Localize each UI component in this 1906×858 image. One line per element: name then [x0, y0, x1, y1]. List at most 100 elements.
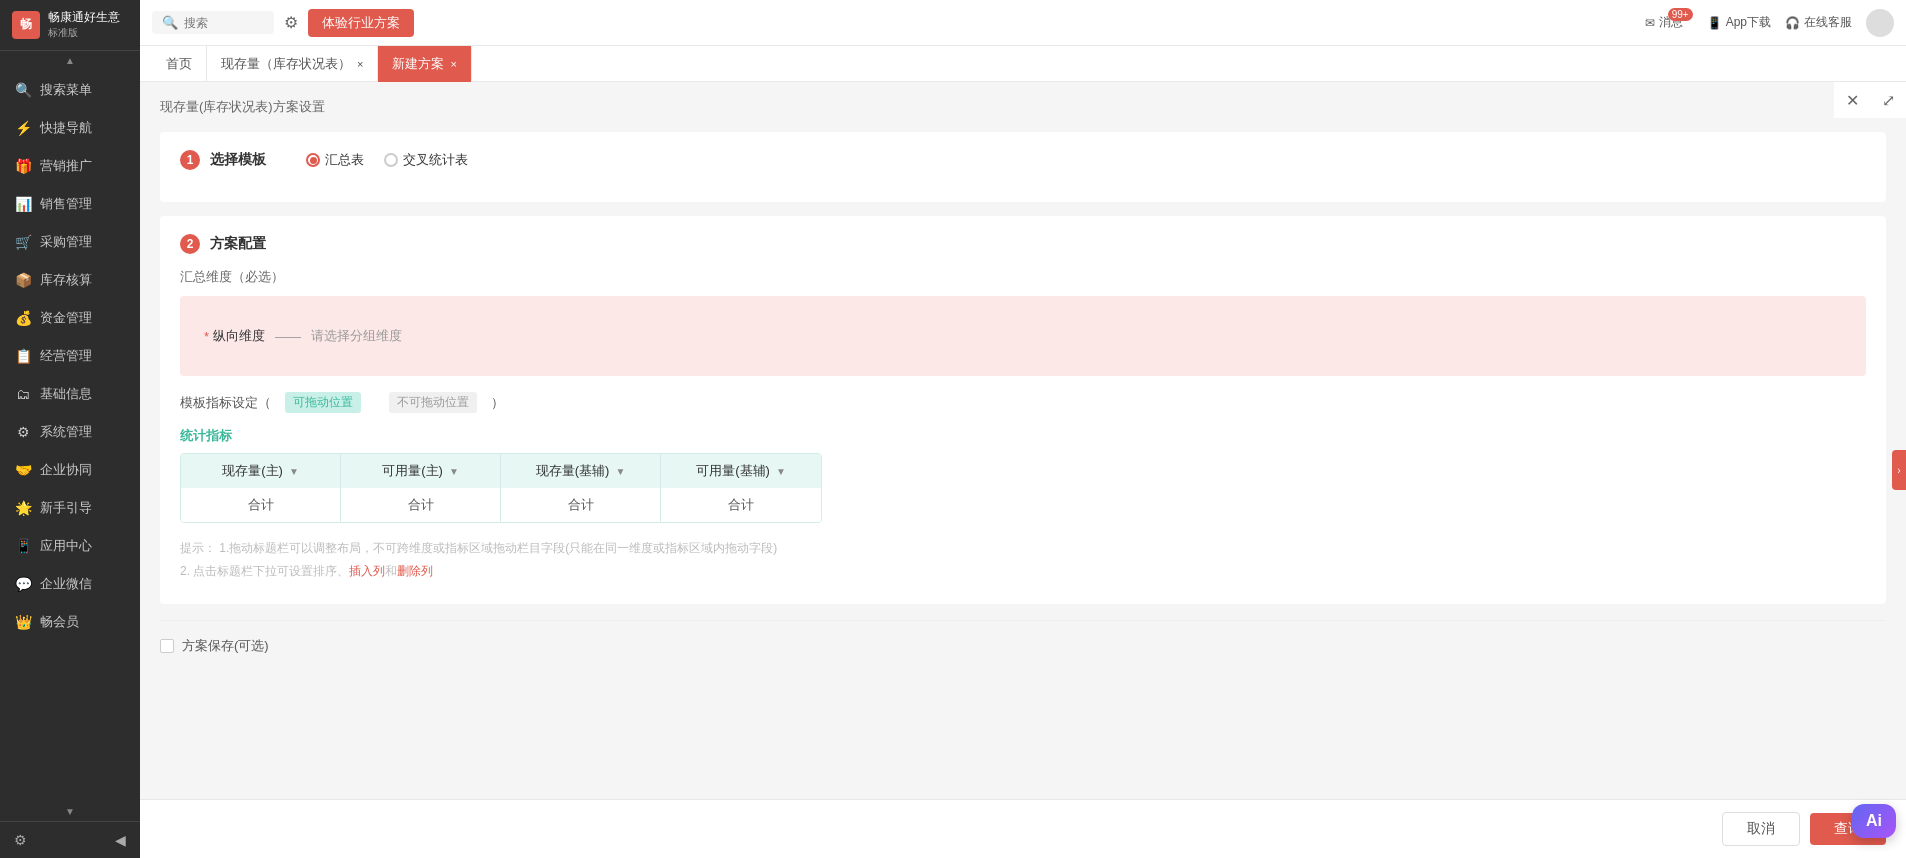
- stats-col-header-label-3: 可用量(基辅): [696, 462, 770, 480]
- service-icon: 🎧: [1785, 16, 1800, 30]
- sidebar-icon-finance-mgmt: 💰: [14, 309, 32, 327]
- sidebar-label-sales-mgmt: 销售管理: [40, 195, 92, 213]
- radio-cross[interactable]: 交叉统计表: [384, 151, 468, 169]
- messages-button[interactable]: ✉ 消息 99+: [1645, 14, 1683, 31]
- tab-home[interactable]: 首页: [152, 46, 207, 82]
- sidebar-icon-member: 👑: [14, 613, 32, 631]
- sidebar-label-wechat: 企业微信: [40, 575, 92, 593]
- settings-icon[interactable]: ⚙: [14, 832, 27, 848]
- stats-header-col-3[interactable]: 可用量(基辅) ▼: [661, 454, 821, 488]
- sidebar-icon-marketing: 🎁: [14, 157, 32, 175]
- stats-col-header-label-1: 可用量(主): [382, 462, 443, 480]
- app-icon: 📱: [1707, 16, 1722, 30]
- sidebar-item-search-menu[interactable]: 🔍 搜索菜单: [0, 71, 140, 109]
- sidebar-item-wechat[interactable]: 💬 企业微信: [0, 565, 140, 603]
- gear-icon[interactable]: ⚙: [284, 13, 298, 32]
- not-draggable-tag: 不可拖动位置: [389, 392, 477, 413]
- tab-inventory-status[interactable]: 现存量（库存状况表） ×: [207, 46, 378, 82]
- stats-table: 现存量(主)▼可用量(主)▼现存量(基辅)▼可用量(基辅)▼ 合计合计合计合计: [180, 453, 822, 523]
- sidebar-item-member[interactable]: 👑 畅会员: [0, 603, 140, 641]
- stats-col-body-label-3: 合计: [728, 496, 754, 514]
- page-title: 现存量(库存状况表)方案设置: [160, 98, 1886, 116]
- sidebar-item-sales-mgmt[interactable]: 📊 销售管理: [0, 185, 140, 223]
- cancel-button[interactable]: 取消: [1722, 812, 1800, 846]
- panel-close-button[interactable]: ✕: [1834, 82, 1870, 118]
- aggregate-dim-label: 汇总维度（必选）: [180, 268, 1866, 286]
- sidebar-label-system-mgmt: 系统管理: [40, 423, 92, 441]
- sidebar-item-enterprise[interactable]: 🤝 企业协同: [0, 451, 140, 489]
- stats-col-dropdown-2[interactable]: ▼: [615, 466, 625, 477]
- radio-summary[interactable]: 汇总表: [306, 151, 364, 169]
- section-title-1: 选择模板: [210, 151, 266, 169]
- sidebar-label-new-guide: 新手引导: [40, 499, 92, 517]
- tab-new-plan[interactable]: 新建方案 ×: [378, 46, 471, 82]
- indicator-settings-suffix: ）: [491, 394, 504, 412]
- sidebar-item-quick-nav[interactable]: ⚡ 快捷导航: [0, 109, 140, 147]
- trial-button[interactable]: 体验行业方案: [308, 9, 414, 37]
- radio-cross-circle: [384, 153, 398, 167]
- dimension-placeholder: 请选择分组维度: [311, 327, 402, 345]
- sidebar-logo: 畅 畅康通好生意 标准版: [0, 0, 140, 51]
- template-options: 汇总表 交叉统计表: [306, 151, 468, 169]
- tab-new-plan-close[interactable]: ×: [450, 58, 456, 70]
- sidebar-icon-wechat: 💬: [14, 575, 32, 593]
- radio-cross-label: 交叉统计表: [403, 151, 468, 169]
- sidebar-item-purchase-mgmt[interactable]: 🛒 采购管理: [0, 223, 140, 261]
- stats-col-header-label-2: 现存量(基辅): [536, 462, 610, 480]
- search-input[interactable]: [184, 16, 264, 30]
- sidebar-label-enterprise: 企业协同: [40, 461, 92, 479]
- sidebar-item-system-mgmt[interactable]: ⚙ 系统管理: [0, 413, 140, 451]
- stats-col-body-label-2: 合计: [568, 496, 594, 514]
- sidebar-scroll-down[interactable]: ▼: [0, 801, 140, 821]
- panel-expand-button[interactable]: ⤢: [1870, 82, 1906, 118]
- sidebar-item-finance-mgmt[interactable]: 💰 资金管理: [0, 299, 140, 337]
- ai-fab-button[interactable]: Ai: [1852, 804, 1896, 838]
- right-collapse-button[interactable]: ›: [1892, 450, 1906, 490]
- stats-col-dropdown-0[interactable]: ▼: [289, 466, 299, 477]
- sidebar-item-inventory[interactable]: 📦 库存核算: [0, 261, 140, 299]
- app-download-button[interactable]: 📱 App下载: [1707, 14, 1771, 31]
- stats-header-col-2[interactable]: 现存量(基辅) ▼: [501, 454, 661, 488]
- user-avatar[interactable]: [1866, 9, 1894, 37]
- message-icon: ✉: [1645, 16, 1655, 30]
- radio-summary-circle: [306, 153, 320, 167]
- app-download-label: App下载: [1726, 14, 1771, 31]
- section-num-1: 1: [180, 150, 200, 170]
- save-checkbox[interactable]: [160, 639, 174, 653]
- sidebar-label-inventory: 库存核算: [40, 271, 92, 289]
- stats-col-dropdown-1[interactable]: ▼: [449, 466, 459, 477]
- search-box[interactable]: 🔍: [152, 11, 274, 34]
- tab-inventory-close[interactable]: ×: [357, 58, 363, 70]
- radio-summary-label: 汇总表: [325, 151, 364, 169]
- app-name: 畅康通好生意: [48, 10, 120, 26]
- stats-col-header-label-0: 现存量(主): [222, 462, 283, 480]
- sidebar-item-marketing[interactable]: 🎁 营销推广: [0, 147, 140, 185]
- online-service-button[interactable]: 🎧 在线客服: [1785, 14, 1852, 31]
- sidebar-item-operations-mgmt[interactable]: 📋 经营管理: [0, 337, 140, 375]
- sidebar-scroll-up[interactable]: ▲: [0, 51, 140, 71]
- indicator-settings-row: 模板指标设定（ 可拖动位置 不可拖动位置 ）: [180, 392, 1866, 413]
- topbar-right: ✉ 消息 99+ 📱 App下载 🎧 在线客服: [1645, 9, 1894, 37]
- stats-col-dropdown-3[interactable]: ▼: [776, 466, 786, 477]
- sidebar-item-basic-info[interactable]: 🗂 基础信息: [0, 375, 140, 413]
- sidebar-icon-purchase-mgmt: 🛒: [14, 233, 32, 251]
- sidebar-footer: ⚙ ◀: [0, 821, 140, 858]
- sidebar-item-new-guide[interactable]: 🌟 新手引导: [0, 489, 140, 527]
- stats-header-col-1[interactable]: 可用量(主) ▼: [341, 454, 501, 488]
- sidebar-label-marketing: 营销推广: [40, 157, 92, 175]
- dimension-area[interactable]: * 纵向维度 —— 请选择分组维度: [180, 296, 1866, 376]
- draggable-tag: 可拖动位置: [285, 392, 361, 413]
- dimension-dash: ——: [275, 329, 301, 344]
- indicator-settings-label: 模板指标设定（: [180, 394, 271, 412]
- section-title-2: 方案配置: [210, 235, 266, 253]
- main-area: 🔍 ⚙ 体验行业方案 ✉ 消息 99+ 📱 App下载 🎧 在线客服 首: [140, 0, 1906, 858]
- sidebar-icon-system-mgmt: ⚙: [14, 423, 32, 441]
- sidebar-label-purchase-mgmt: 采购管理: [40, 233, 92, 251]
- section-template-header: 1 选择模板 汇总表 交叉统计表: [180, 150, 1866, 170]
- collapse-icon[interactable]: ◀: [115, 832, 126, 848]
- sidebar-item-app-center[interactable]: 📱 应用中心: [0, 527, 140, 565]
- sidebar-label-basic-info: 基础信息: [40, 385, 92, 403]
- section-plan-config: 2 方案配置 汇总维度（必选） * 纵向维度 —— 请选择分组维度 模板指标设定…: [160, 216, 1886, 604]
- tip-2: 2. 点击标题栏下拉可设置排序、插入列和删除列: [180, 563, 1866, 580]
- stats-header-col-0[interactable]: 现存量(主) ▼: [181, 454, 341, 488]
